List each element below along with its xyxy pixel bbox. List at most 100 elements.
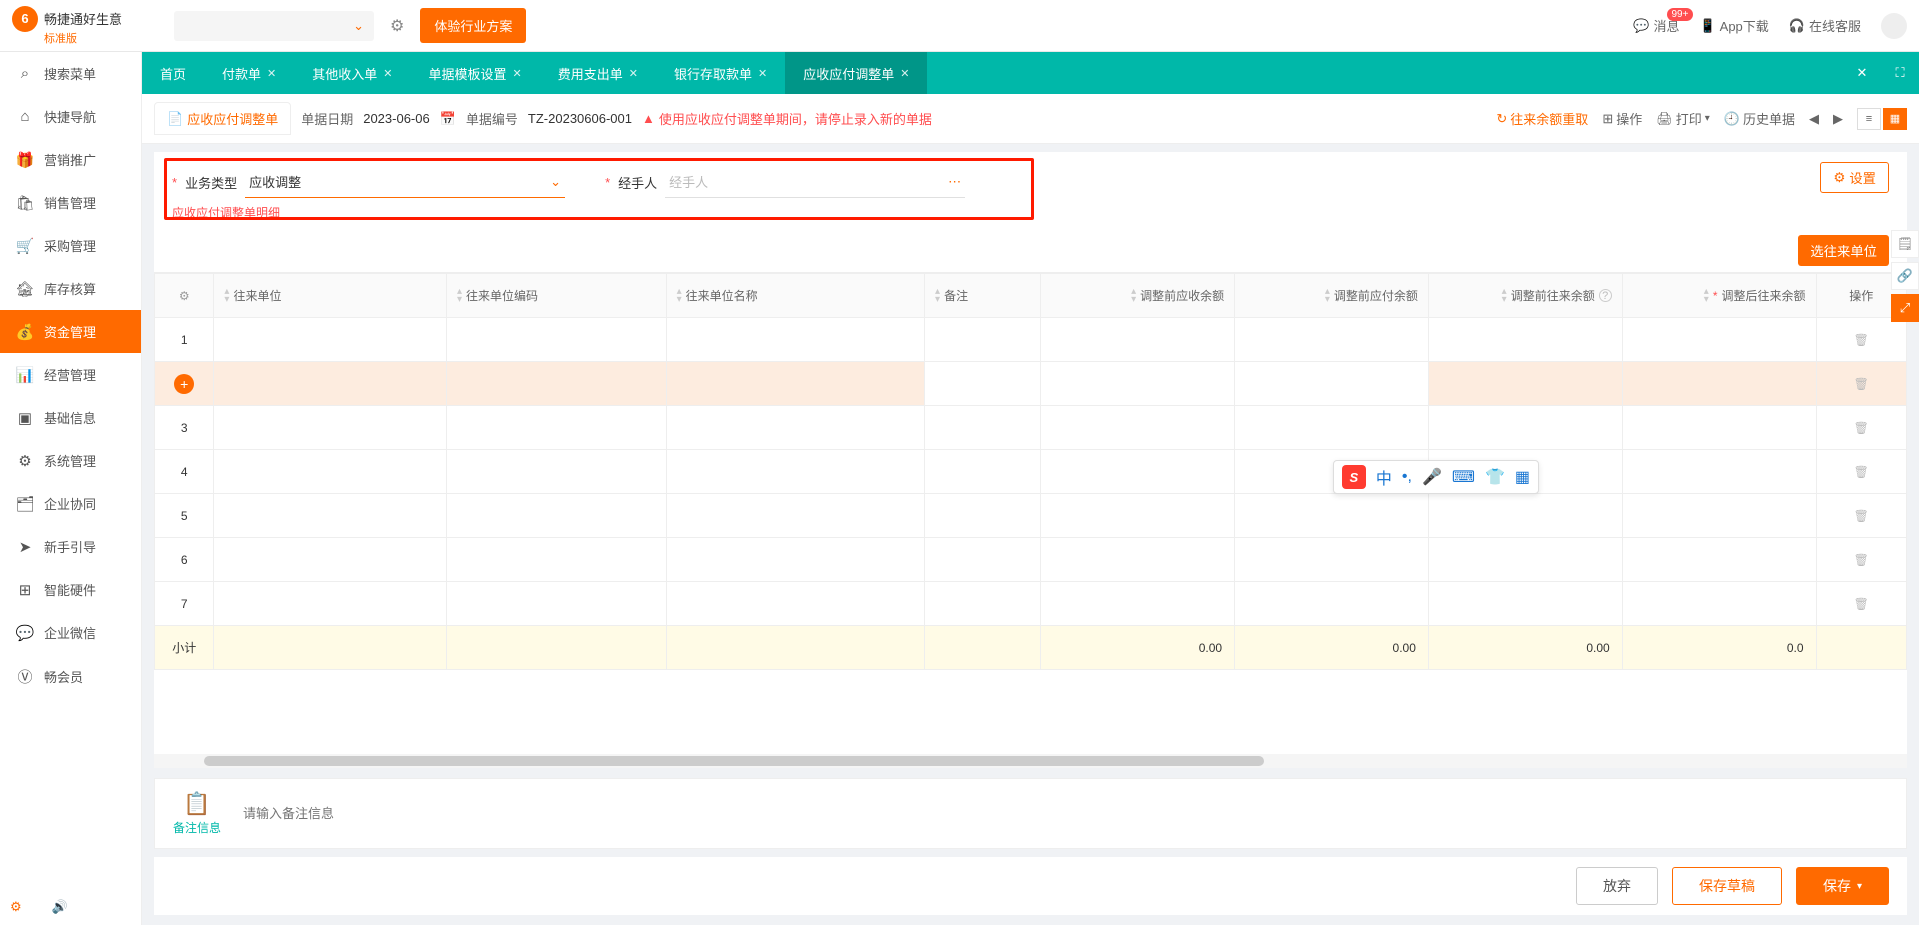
- settings-button[interactable]: ⚙ 设置: [1820, 162, 1889, 193]
- cell-code[interactable]: [446, 494, 666, 538]
- cell-bal[interactable]: [1428, 362, 1622, 406]
- support-button[interactable]: 🎧 在线客服: [1789, 16, 1861, 35]
- cell-name[interactable]: [666, 318, 924, 362]
- cell-recv[interactable]: [1041, 362, 1235, 406]
- calendar-icon[interactable]: 📅: [440, 111, 456, 127]
- cell-code[interactable]: [446, 538, 666, 582]
- cell-after[interactable]: [1622, 406, 1816, 450]
- cell-bal[interactable]: [1428, 406, 1622, 450]
- tab[interactable]: 付款单✕: [204, 52, 294, 94]
- sidebar-item[interactable]: 📊经营管理: [0, 353, 141, 396]
- biz-type-select[interactable]: 应收调整 ⌄: [245, 166, 565, 198]
- sidebar-item[interactable]: 🗂企业协同: [0, 482, 141, 525]
- table-row[interactable]: 5🗑: [155, 494, 1907, 538]
- sound-icon[interactable]: 🔊: [52, 899, 68, 915]
- sort-icon[interactable]: ▴▾: [1502, 288, 1507, 304]
- app-download-button[interactable]: 📱 App下载: [1699, 16, 1768, 35]
- cell-remark[interactable]: [925, 362, 1041, 406]
- save-button[interactable]: 保存▾: [1796, 867, 1889, 905]
- save-draft-button[interactable]: 保存草稿: [1672, 867, 1782, 905]
- tab[interactable]: 银行存取款单✕: [656, 52, 785, 94]
- cell-after[interactable]: [1622, 362, 1816, 406]
- fullscreen-button[interactable]: ⛶: [1881, 65, 1919, 81]
- cell-after[interactable]: [1622, 318, 1816, 362]
- cell-bal[interactable]: [1428, 494, 1622, 538]
- cell-name[interactable]: [666, 406, 924, 450]
- sidebar-item[interactable]: 🛒采购管理: [0, 224, 141, 267]
- sort-icon[interactable]: ▴▾: [224, 288, 229, 304]
- ime-keyboard-icon[interactable]: ⌨: [1452, 467, 1475, 487]
- cell-remark[interactable]: [925, 538, 1041, 582]
- cell-remark[interactable]: [925, 450, 1041, 494]
- sidebar-item[interactable]: ⌕搜索菜单: [0, 52, 141, 95]
- remark-input[interactable]: [239, 798, 1888, 829]
- tab-close-icon[interactable]: ✕: [629, 67, 638, 80]
- discard-button[interactable]: 放弃: [1576, 867, 1658, 905]
- cell-remark[interactable]: [925, 406, 1041, 450]
- delete-row-icon[interactable]: 🗑: [1854, 377, 1869, 391]
- tab-close-icon[interactable]: ✕: [758, 67, 767, 80]
- cell-bal[interactable]: [1428, 582, 1622, 626]
- dock-attach-button[interactable]: 🔗: [1891, 262, 1919, 290]
- cell-recv[interactable]: [1041, 538, 1235, 582]
- config-icon[interactable]: ⚙: [179, 289, 190, 303]
- date-value[interactable]: 2023-06-06: [363, 111, 430, 126]
- sort-icon[interactable]: ▴▾: [457, 288, 462, 304]
- more-icon[interactable]: ⋯: [948, 174, 961, 190]
- cell-unit[interactable]: [214, 450, 447, 494]
- cell-name[interactable]: [666, 494, 924, 538]
- cta-button[interactable]: 体验行业方案: [420, 8, 526, 43]
- sidebar-item[interactable]: ▣基础信息: [0, 396, 141, 439]
- table-row[interactable]: 6🗑: [155, 538, 1907, 582]
- table-row[interactable]: 4🗑: [155, 450, 1907, 494]
- cell-recv[interactable]: [1041, 406, 1235, 450]
- refetch-balance-button[interactable]: ↻往来余额重取: [1496, 109, 1588, 128]
- operate-dropdown[interactable]: ⊞操作: [1602, 109, 1642, 128]
- cell-unit[interactable]: [214, 362, 447, 406]
- cell-pay[interactable]: [1235, 406, 1429, 450]
- delete-row-icon[interactable]: 🗑: [1854, 509, 1869, 523]
- add-row-button[interactable]: +: [174, 374, 194, 394]
- table-row[interactable]: 7🗑: [155, 582, 1907, 626]
- ime-toolbox-icon[interactable]: ▦: [1515, 467, 1530, 487]
- table-row[interactable]: +🗑: [155, 362, 1907, 406]
- sidebar-item[interactable]: ➤新手引导: [0, 525, 141, 568]
- tab[interactable]: 其他收入单✕: [294, 52, 410, 94]
- cell-after[interactable]: [1622, 582, 1816, 626]
- sidebar-item[interactable]: 🎁营销推广: [0, 138, 141, 181]
- cell-code[interactable]: [446, 406, 666, 450]
- help-icon[interactable]: ?: [1599, 289, 1612, 302]
- cell-remark[interactable]: [925, 494, 1041, 538]
- cell-after[interactable]: [1622, 494, 1816, 538]
- prev-button[interactable]: ◀: [1809, 111, 1819, 127]
- cell-code[interactable]: [446, 450, 666, 494]
- gear-icon[interactable]: ⚙: [390, 16, 404, 36]
- cell-recv[interactable]: [1041, 318, 1235, 362]
- sort-icon[interactable]: ▴▾: [677, 288, 682, 304]
- cell-code[interactable]: [446, 582, 666, 626]
- dock-expand-button[interactable]: ⤢: [1891, 294, 1919, 322]
- cell-pay[interactable]: [1235, 318, 1429, 362]
- cell-pay[interactable]: [1235, 538, 1429, 582]
- delete-row-icon[interactable]: 🗑: [1854, 465, 1869, 479]
- ime-skin-icon[interactable]: 👕: [1485, 467, 1505, 487]
- cell-unit[interactable]: [214, 582, 447, 626]
- cell-recv[interactable]: [1041, 494, 1235, 538]
- cell-after[interactable]: [1622, 538, 1816, 582]
- cell-name[interactable]: [666, 362, 924, 406]
- tab[interactable]: 费用支出单✕: [540, 52, 656, 94]
- ime-lang-button[interactable]: 中: [1376, 465, 1392, 489]
- history-button[interactable]: 🕘历史单据: [1724, 109, 1795, 128]
- cell-unit[interactable]: [214, 538, 447, 582]
- cell-name[interactable]: [666, 582, 924, 626]
- sidebar-item[interactable]: ⊞智能硬件: [0, 568, 141, 611]
- tab-close-icon[interactable]: ✕: [513, 67, 522, 80]
- cell-code[interactable]: [446, 362, 666, 406]
- cell-recv[interactable]: [1041, 582, 1235, 626]
- view-list-button[interactable]: ≡: [1857, 108, 1881, 130]
- delete-row-icon[interactable]: 🗑: [1854, 333, 1869, 347]
- user-avatar[interactable]: [1881, 13, 1907, 39]
- cell-unit[interactable]: [214, 494, 447, 538]
- cell-pay[interactable]: [1235, 362, 1429, 406]
- sidebar-item[interactable]: 🏚库存核算: [0, 267, 141, 310]
